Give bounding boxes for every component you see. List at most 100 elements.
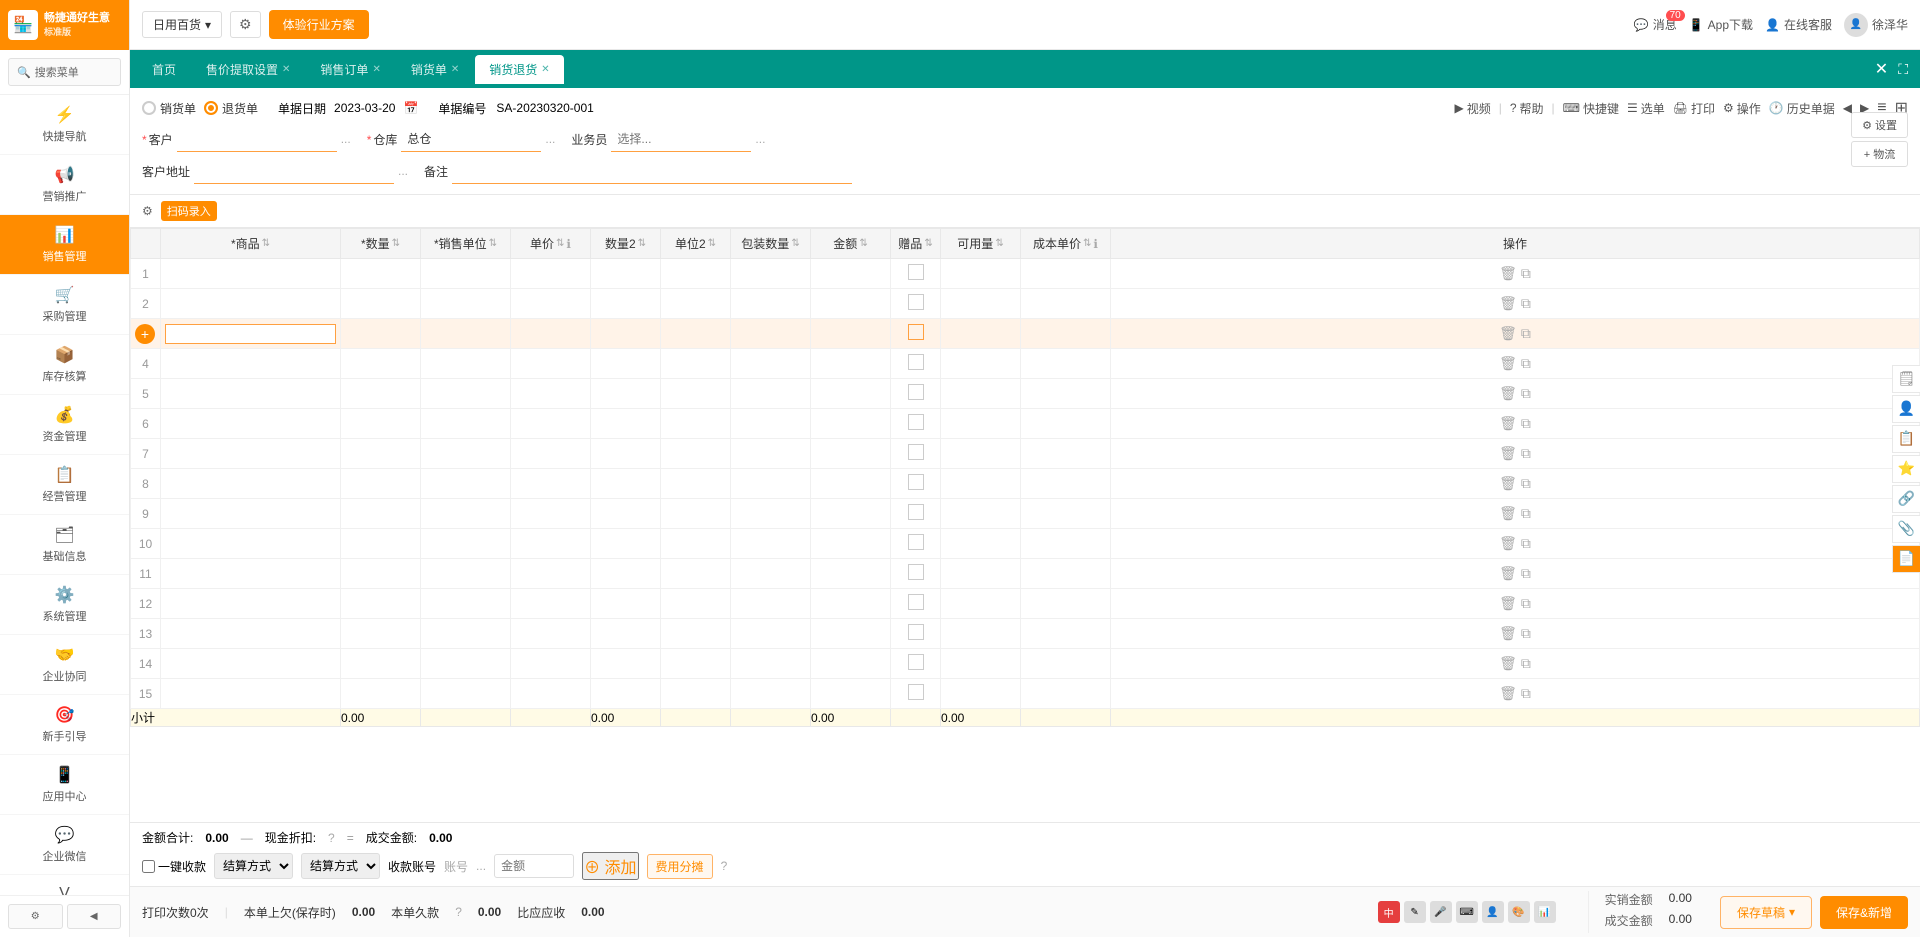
- operate-button[interactable]: ⚙ 操作: [1723, 100, 1761, 117]
- table-cell-qty[interactable]: [341, 589, 421, 619]
- table-cell-price[interactable]: [511, 469, 591, 499]
- table-cell-pkg_qty[interactable]: [731, 679, 811, 709]
- table-cell-available[interactable]: [941, 349, 1021, 379]
- table-cell-qty2[interactable]: [591, 439, 661, 469]
- copy-row-button[interactable]: ⧉: [1519, 683, 1533, 703]
- tab-price-settings[interactable]: 售价提取设置 ✕: [192, 55, 304, 84]
- customer-dots-button[interactable]: ...: [341, 132, 351, 146]
- table-cell-product[interactable]: [161, 469, 341, 499]
- scan-input-button[interactable]: 扫码录入: [161, 201, 217, 221]
- copy-row-button[interactable]: ⧉: [1519, 473, 1533, 493]
- table-cell-pkg_qty[interactable]: [731, 439, 811, 469]
- table-cell-amount[interactable]: [811, 469, 891, 499]
- table-cell-unit2[interactable]: [661, 289, 731, 319]
- experience-plan-button[interactable]: 体验行业方案: [269, 10, 369, 39]
- sidebar-item-purchase-mgmt[interactable]: 🛒 采购管理: [0, 275, 129, 335]
- table-cell-unit2[interactable]: [661, 469, 731, 499]
- table-cell-unit[interactable]: [421, 529, 511, 559]
- staff-dots-button[interactable]: ...: [755, 132, 765, 146]
- table-cell-price[interactable]: [511, 289, 591, 319]
- sidebar-item-basic-info[interactable]: 🗂 基础信息: [0, 515, 129, 575]
- gift-checkbox[interactable]: [908, 534, 924, 550]
- tab-sales-order[interactable]: 销售订单 ✕: [306, 55, 394, 84]
- table-cell-unit2[interactable]: [661, 379, 731, 409]
- table-cell-qty[interactable]: [341, 379, 421, 409]
- table-cell-available[interactable]: [941, 439, 1021, 469]
- table-cell-cost-price[interactable]: [1021, 529, 1111, 559]
- tab-maximize-button[interactable]: ⛶: [1894, 57, 1912, 82]
- delete-row-button[interactable]: 🗑: [1497, 473, 1519, 493]
- delete-row-button[interactable]: 🗑: [1497, 593, 1519, 613]
- one-key-checkbox-input[interactable]: [142, 860, 155, 873]
- table-cell-gift[interactable]: [891, 529, 941, 559]
- gift-checkbox[interactable]: [908, 564, 924, 580]
- table-cell-pkg_qty[interactable]: [731, 619, 811, 649]
- col-unit-sort[interactable]: ⇅: [489, 238, 497, 249]
- delete-row-button[interactable]: 🗑: [1497, 533, 1519, 553]
- message-button[interactable]: 💬 消息 70: [1634, 16, 1677, 33]
- gift-checkbox[interactable]: [908, 504, 924, 520]
- table-cell-qty2[interactable]: [591, 409, 661, 439]
- table-cell-cost-price[interactable]: [1021, 349, 1111, 379]
- sidebar-item-marketing[interactable]: 📢 营销推广: [0, 155, 129, 215]
- table-cell-unit[interactable]: [421, 289, 511, 319]
- amount-input[interactable]: [494, 854, 574, 878]
- table-cell-unit2[interactable]: [661, 679, 731, 709]
- table-cell-unit2[interactable]: [661, 619, 731, 649]
- table-cell-unit2[interactable]: [661, 559, 731, 589]
- table-cell-product[interactable]: [161, 259, 341, 289]
- table-cell-unit[interactable]: [421, 559, 511, 589]
- table-cell-available[interactable]: [941, 589, 1021, 619]
- table-cell-unit[interactable]: [421, 649, 511, 679]
- table-cell-qty2[interactable]: [591, 289, 661, 319]
- warehouse-input[interactable]: [401, 126, 541, 152]
- table-cell-qty2[interactable]: [591, 679, 661, 709]
- tab-home[interactable]: 首页: [138, 55, 190, 84]
- account-dots-button[interactable]: ...: [476, 859, 486, 873]
- table-cell-cost-price[interactable]: [1021, 319, 1111, 349]
- staff-input[interactable]: [611, 126, 751, 152]
- table-cell-qty2[interactable]: [591, 559, 661, 589]
- table-cell-qty[interactable]: [341, 319, 421, 349]
- table-cell-price[interactable]: [511, 319, 591, 349]
- table-cell-unit2[interactable]: [661, 439, 731, 469]
- table-cell-qty2[interactable]: [591, 589, 661, 619]
- table-cell-price[interactable]: [511, 259, 591, 289]
- table-cell-unit[interactable]: [421, 409, 511, 439]
- table-cell-available[interactable]: [941, 649, 1021, 679]
- sidebar-item-guide[interactable]: 🎯 新手引导: [0, 695, 129, 755]
- table-cell-unit[interactable]: [421, 499, 511, 529]
- col-product-sort[interactable]: ⇅: [262, 238, 270, 249]
- sidebar-item-system[interactable]: ⚙️ 系统管理: [0, 575, 129, 635]
- col-amount-sort[interactable]: ⇅: [859, 238, 867, 249]
- product-input[interactable]: [165, 324, 336, 344]
- rfi-form[interactable]: 📄: [1892, 545, 1920, 573]
- print-button[interactable]: 🖨 打印: [1673, 100, 1715, 117]
- table-cell-unit[interactable]: [421, 379, 511, 409]
- table-cell-cost-price[interactable]: [1021, 679, 1111, 709]
- address-input[interactable]: [194, 158, 394, 184]
- table-cell-amount[interactable]: [811, 619, 891, 649]
- table-cell-price[interactable]: [511, 529, 591, 559]
- copy-row-button[interactable]: ⧉: [1519, 383, 1533, 403]
- copy-row-button[interactable]: ⧉: [1519, 593, 1533, 613]
- copy-row-button[interactable]: ⧉: [1519, 293, 1533, 313]
- table-cell-pkg_qty[interactable]: [731, 259, 811, 289]
- table-cell-gift[interactable]: [891, 499, 941, 529]
- status-icon-6[interactable]: 🎨: [1508, 901, 1530, 923]
- table-cell-cost-price[interactable]: [1021, 559, 1111, 589]
- col-cost-price-info[interactable]: ℹ: [1093, 237, 1098, 251]
- user-profile-button[interactable]: 👤 徐泽华: [1844, 13, 1908, 37]
- table-cell-unit2[interactable]: [661, 349, 731, 379]
- tab-price-settings-close[interactable]: ✕: [282, 64, 290, 75]
- col-qty-sort[interactable]: ⇅: [392, 238, 400, 249]
- table-cell-pkg_qty[interactable]: [731, 289, 811, 319]
- table-cell-qty2[interactable]: [591, 259, 661, 289]
- copy-row-button[interactable]: ⧉: [1519, 353, 1533, 373]
- table-cell-available[interactable]: [941, 559, 1021, 589]
- table-cell-qty[interactable]: [341, 679, 421, 709]
- rfi-link[interactable]: 🔗: [1892, 485, 1920, 513]
- table-cell-cost-price[interactable]: [1021, 259, 1111, 289]
- tab-sales-order-close[interactable]: ✕: [372, 64, 380, 75]
- gift-checkbox[interactable]: [908, 654, 924, 670]
